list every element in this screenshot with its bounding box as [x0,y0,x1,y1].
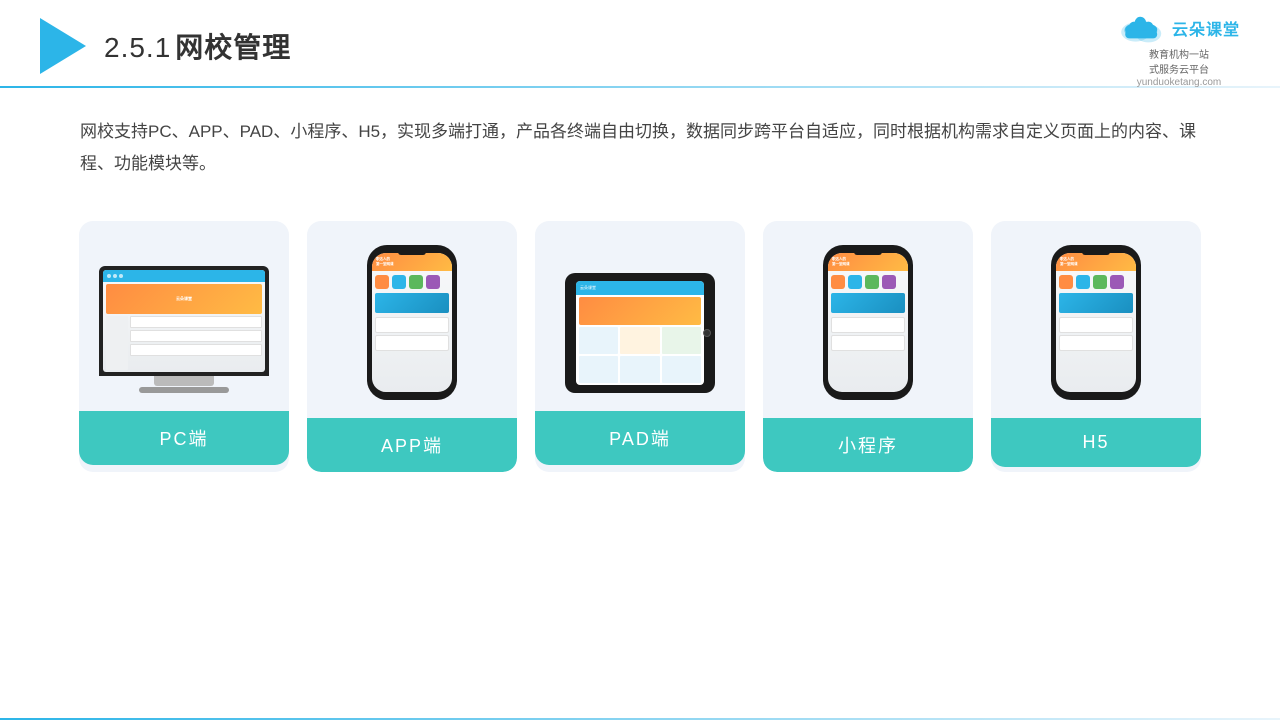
tablet-outer: 云朵课堂 [565,273,715,393]
card-h5: 职达人的第一堂网课 [991,221,1201,472]
device-phone-app: 职达人的第一堂网课 [367,245,457,400]
phone-screen-app: 职达人的第一堂网课 [372,253,452,392]
device-phone-miniapp: 职达人的第一堂网课 [823,245,913,400]
brand-name-text: 云朵课堂 [1172,16,1240,40]
description-content: 网校支持PC、APP、PAD、小程序、H5，实现多端打通，产品各终端自由切换，数… [80,122,1196,173]
brand-cloud-row: 云朵课堂 [1118,12,1240,44]
description-text: 网校支持PC、APP、PAD、小程序、H5，实现多端打通，产品各终端自由切换，数… [0,88,1280,201]
device-area-app: 职达人的第一堂网课 [307,221,517,418]
brand-tagline: 教育机构一站式服务云平台 [1149,46,1209,76]
pc-base [139,387,229,393]
card-label-miniapp: 小程序 [763,418,973,472]
phone-notch-app [398,249,426,255]
tablet-home-btn [703,329,711,337]
card-pad: 云朵课堂 [535,221,745,472]
card-pc: 云朵课堂 [79,221,289,472]
phone-notch-miniapp [854,249,882,255]
device-pc: 云朵课堂 [99,266,269,393]
card-app: 职达人的第一堂网课 [307,221,517,472]
phone-screen-miniapp: 职达人的第一堂网课 [828,253,908,392]
pc-screen-inner: 云朵课堂 [103,270,265,372]
header: 2.5.1网校管理 云朵课堂 教育机构一站式服务云平台 yunduoketan [0,0,1280,74]
device-area-pc: 云朵课堂 [79,221,289,411]
page-title: 2.5.1网校管理 [104,26,291,66]
pc-stand [154,376,214,386]
card-label-pad: PAD端 [535,411,745,465]
section-number: 2.5.1 [104,32,171,63]
tablet-screen: 云朵课堂 [576,281,704,385]
phone-outer-app: 职达人的第一堂网课 [367,245,457,400]
phone-outer-h5: 职达人的第一堂网课 [1051,245,1141,400]
device-area-h5: 职达人的第一堂网课 [991,221,1201,418]
brand-logo: 云朵课堂 教育机构一站式服务云平台 yunduoketang.com [1118,12,1240,88]
card-label-h5: H5 [991,418,1201,467]
cloud-icon [1118,12,1166,44]
phone-screen-h5: 职达人的第一堂网课 [1056,253,1136,392]
brand-url: yunduoketang.com [1137,77,1222,88]
cards-section: 云朵课堂 [0,211,1280,482]
title-text: 网校管理 [175,32,291,63]
device-area-pad: 云朵课堂 [535,221,745,411]
card-miniapp: 职达人的第一堂网课 [763,221,973,472]
phone-outer-miniapp: 职达人的第一堂网课 [823,245,913,400]
logo-triangle [40,18,86,74]
pc-screen-outer: 云朵课堂 [99,266,269,376]
phone-notch-h5 [1082,249,1110,255]
device-area-miniapp: 职达人的第一堂网课 [763,221,973,418]
device-phone-h5: 职达人的第一堂网课 [1051,245,1141,400]
card-label-app: APP端 [307,418,517,472]
device-tablet: 云朵课堂 [565,273,715,393]
card-label-pc: PC端 [79,411,289,465]
